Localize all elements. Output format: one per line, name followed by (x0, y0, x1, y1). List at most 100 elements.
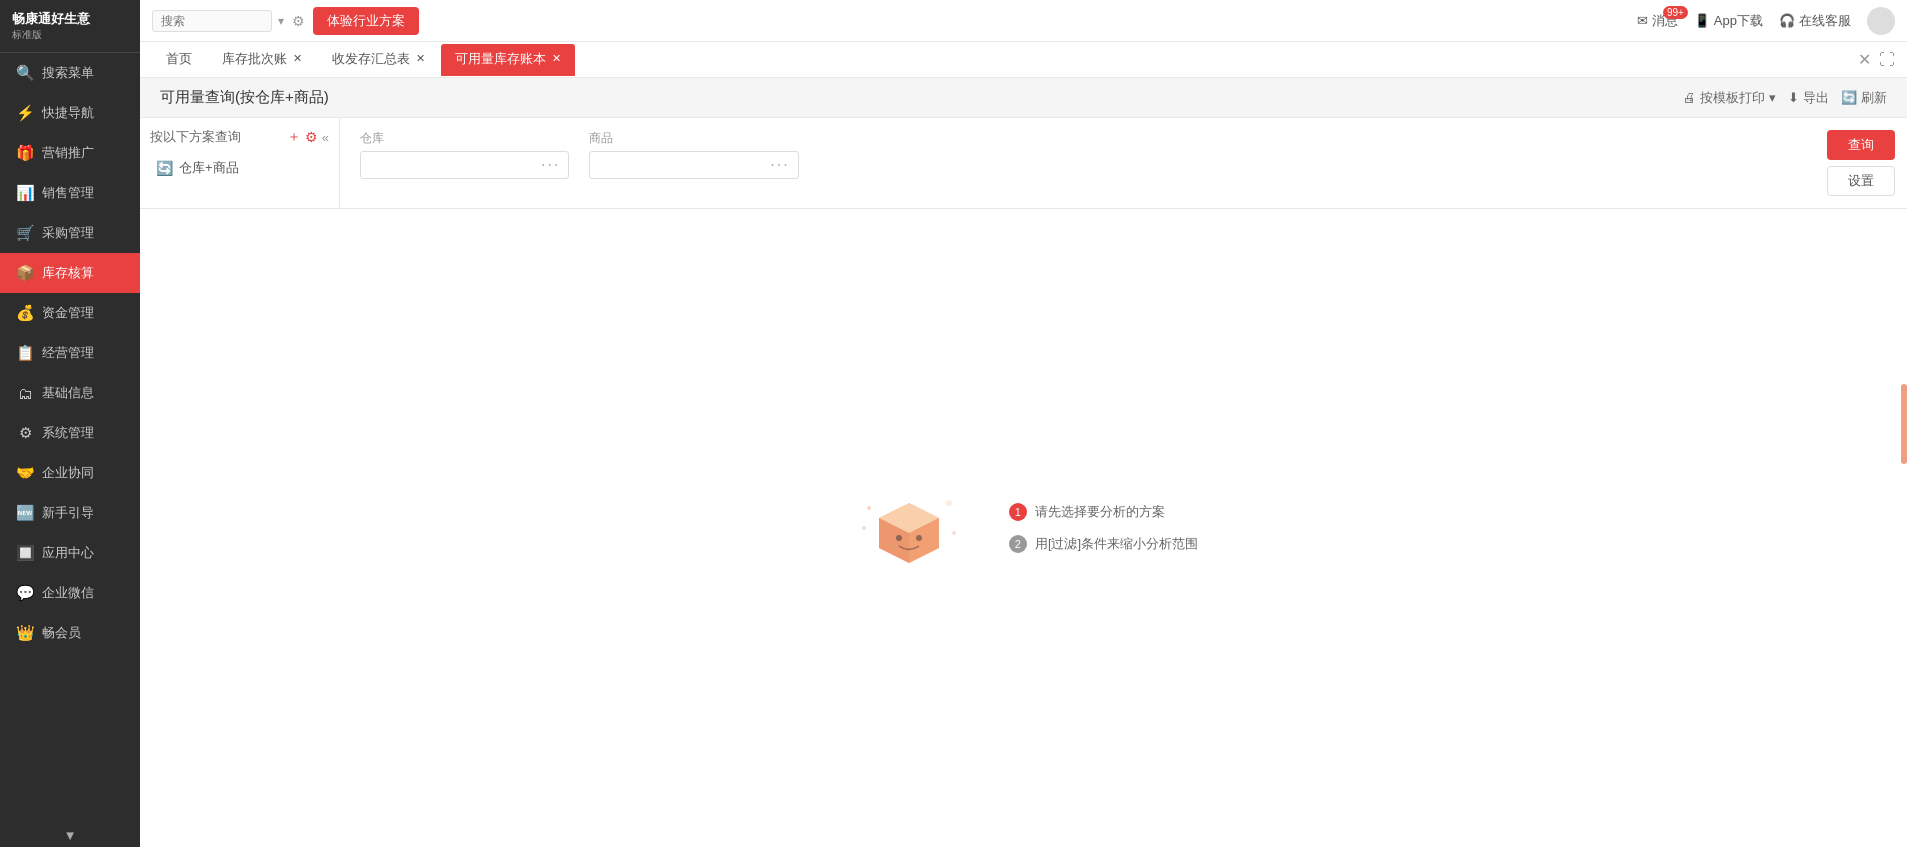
tabbar-actions: ✕ ⛶ (1858, 50, 1895, 69)
sidebar-item-weixin[interactable]: 💬 企业微信 (0, 573, 140, 613)
svg-point-10 (952, 531, 956, 535)
company-name: 畅康通好生意 (12, 10, 128, 28)
tab-home-label: 首页 (166, 50, 192, 68)
sidebar-scroll-down[interactable]: ▼ (0, 824, 140, 847)
search-icon: 🔍 (16, 64, 34, 82)
warehouse-input[interactable] (369, 158, 537, 173)
sidebar-item-member[interactable]: 👑 畅会员 (0, 613, 140, 653)
sidebar-item-marketing[interactable]: 🎁 营销推广 (0, 133, 140, 173)
query-scheme-icons: ＋ ⚙ « (287, 128, 329, 146)
export-label: 导出 (1803, 89, 1829, 107)
sidebar-item-operations[interactable]: 📋 经营管理 (0, 333, 140, 373)
tab-collection-summary[interactable]: 收发存汇总表 ✕ (318, 44, 439, 76)
tab-close-all-button[interactable]: ✕ (1858, 50, 1871, 69)
scheme-item-label: 仓库+商品 (179, 159, 239, 177)
refresh-label: 刷新 (1861, 89, 1887, 107)
online-service-label: 在线客服 (1799, 12, 1851, 30)
experience-industry-button[interactable]: 体验行业方案 (313, 7, 419, 35)
query-area: 按以下方案查询 ＋ ⚙ « 🔄 仓库+商品 仓库 (140, 118, 1907, 209)
tab-home[interactable]: 首页 (152, 44, 206, 76)
online-service-button[interactable]: 🎧 在线客服 (1779, 12, 1851, 30)
tab-batch-account-label: 库存批次账 (222, 50, 287, 68)
collapse-scheme-button[interactable]: « (322, 128, 329, 146)
empty-svg (849, 468, 969, 588)
chevron-down-icon[interactable]: ▾ (278, 14, 284, 28)
topbar-search-input[interactable] (152, 10, 272, 32)
tab-available-ledger-close[interactable]: ✕ (552, 52, 561, 65)
inventory-icon: 📦 (16, 264, 34, 282)
sidebar-item-guide[interactable]: 🆕 新手引导 (0, 493, 140, 533)
content-area: 可用量查询(按仓库+商品) 🖨 按模板打印 ▾ ⬇ 导出 🔄 刷新 (140, 78, 1907, 847)
sidebar-item-quick-nav[interactable]: ⚡ 快捷导航 (0, 93, 140, 133)
message-button[interactable]: ✉ 消息 99+ (1637, 12, 1678, 30)
sidebar-item-basic[interactable]: 🗂 基础信息 (0, 373, 140, 413)
scheme-item-warehouse-product[interactable]: 🔄 仓库+商品 (150, 154, 329, 182)
product-field-group: 商品 ··· (589, 130, 798, 179)
query-fields: 仓库 ··· 商品 ··· (340, 118, 1815, 208)
template-print-label: 按模板打印 (1700, 89, 1765, 107)
user-avatar[interactable] (1867, 7, 1895, 35)
message-icon: ✉ (1637, 13, 1648, 28)
gear-icon[interactable]: ⚙ (292, 13, 305, 29)
sidebar-item-sales[interactable]: 📊 销售管理 (0, 173, 140, 213)
sidebar-item-label: 资金管理 (42, 304, 94, 322)
query-scheme-panel: 按以下方案查询 ＋ ⚙ « 🔄 仓库+商品 (140, 118, 340, 208)
right-scrollbar[interactable] (1901, 384, 1907, 464)
settings-scheme-button[interactable]: ⚙ (305, 128, 318, 146)
refresh-button[interactable]: 🔄 刷新 (1841, 89, 1887, 107)
page-actions: 🖨 按模板打印 ▾ ⬇ 导出 🔄 刷新 (1683, 89, 1887, 107)
quick-nav-icon: ⚡ (16, 104, 34, 122)
sidebar-item-label: 企业微信 (42, 584, 94, 602)
sidebar-item-label: 营销推广 (42, 144, 94, 162)
tip-text-2: 用[过滤]条件来缩小分析范围 (1035, 535, 1198, 553)
sidebar-item-label: 采购管理 (42, 224, 94, 242)
query-button[interactable]: 查询 (1827, 130, 1895, 160)
tab-expand-button[interactable]: ⛶ (1879, 51, 1895, 69)
warehouse-label: 仓库 (360, 130, 569, 147)
sidebar-item-label: 畅会员 (42, 624, 81, 642)
sidebar-item-finance[interactable]: 💰 资金管理 (0, 293, 140, 333)
tab-batch-account-close[interactable]: ✕ (293, 52, 302, 65)
sidebar-item-inventory[interactable]: 📦 库存核算 (0, 253, 140, 293)
sidebar-item-label: 快捷导航 (42, 104, 94, 122)
purchase-icon: 🛒 (16, 224, 34, 242)
topbar-search-area: ▾ (152, 10, 284, 32)
page-title: 可用量查询(按仓库+商品) (160, 88, 329, 107)
sidebar-item-label: 库存核算 (42, 264, 94, 282)
warehouse-more-icon[interactable]: ··· (541, 156, 560, 174)
sidebar-item-label: 基础信息 (42, 384, 94, 402)
sidebar-item-system[interactable]: ⚙ 系统管理 (0, 413, 140, 453)
sidebar-item-app-center[interactable]: 🔲 应用中心 (0, 533, 140, 573)
sidebar-item-purchase[interactable]: 🛒 采购管理 (0, 213, 140, 253)
svg-point-8 (946, 500, 952, 506)
headset-icon: 🎧 (1779, 13, 1795, 28)
tab-available-ledger[interactable]: 可用量库存账本 ✕ (441, 44, 575, 76)
sidebar-item-label: 新手引导 (42, 504, 94, 522)
system-icon: ⚙ (16, 424, 34, 442)
sidebar-logo: 畅康通好生意 标准版 (0, 0, 140, 53)
topbar: ▾ ⚙ 体验行业方案 ✉ 消息 99+ 📱 App下载 🎧 在线客服 (140, 0, 1907, 42)
export-button[interactable]: ⬇ 导出 (1788, 89, 1829, 107)
template-print-button[interactable]: 🖨 按模板打印 ▾ (1683, 89, 1776, 107)
guide-icon: 🆕 (16, 504, 34, 522)
product-more-icon[interactable]: ··· (770, 156, 789, 174)
member-icon: 👑 (16, 624, 34, 642)
topbar-right-actions: ✉ 消息 99+ 📱 App下载 🎧 在线客服 (1637, 7, 1895, 35)
sidebar-nav: 🔍 搜索菜单 ⚡ 快捷导航 🎁 营销推广 📊 销售管理 🛒 采购管理 📦 库存核… (0, 53, 140, 824)
tab-collection-summary-close[interactable]: ✕ (416, 52, 425, 65)
sidebar-item-label: 经营管理 (42, 344, 94, 362)
setting-button[interactable]: 设置 (1827, 166, 1895, 196)
app-download-button[interactable]: 📱 App下载 (1694, 12, 1763, 30)
svg-point-7 (867, 506, 871, 510)
warehouse-input-wrap: ··· (360, 151, 569, 179)
sidebar-item-cooperation[interactable]: 🤝 企业协同 (0, 453, 140, 493)
cooperation-icon: 🤝 (16, 464, 34, 482)
product-input[interactable] (598, 158, 766, 173)
basic-icon: 🗂 (16, 385, 34, 402)
chevron-print-icon: ▾ (1769, 90, 1776, 105)
sidebar-item-search[interactable]: 🔍 搜索菜单 (0, 53, 140, 93)
add-scheme-button[interactable]: ＋ (287, 128, 301, 146)
svg-point-5 (916, 535, 922, 541)
svg-point-4 (896, 535, 902, 541)
tab-batch-account[interactable]: 库存批次账 ✕ (208, 44, 316, 76)
